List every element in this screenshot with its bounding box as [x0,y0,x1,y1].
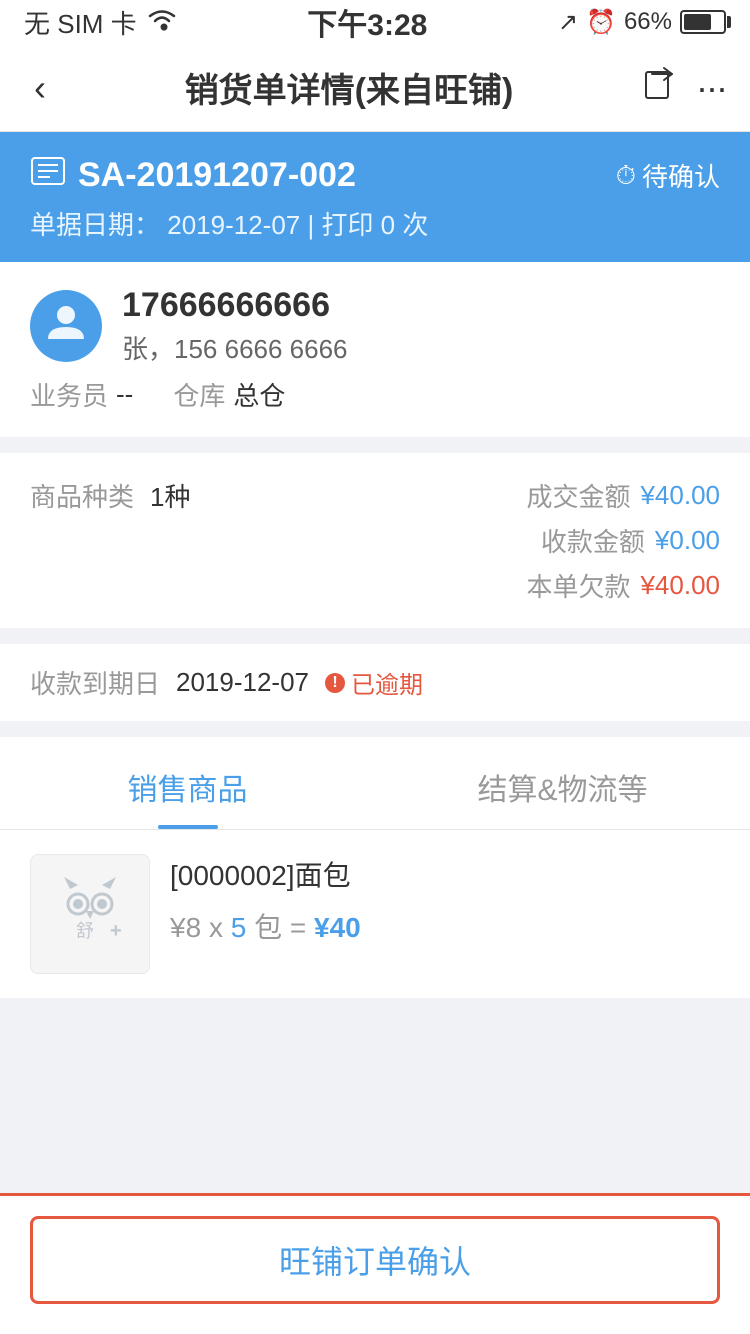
battery-icon [680,10,726,34]
carrier-label: 无 SIM 卡 [24,4,137,41]
customer-phone: 17666666666 [122,286,348,325]
product-qty: 5 [231,912,247,943]
customer-sub: 张，156 6666 6666 [122,329,348,366]
product-info: [0000002]面包 ¥8 x 5 包 = ¥40 [170,854,720,946]
wifi-icon [147,7,177,38]
overdue-text: 已逾期 [351,665,423,700]
customer-top: 17666666666 张，156 6666 6666 [30,286,720,366]
product-type-label: 商品种类 [30,477,134,514]
product-item: + 舒 [0000002]面包 ¥8 x 5 包 = ¥40 [0,830,750,998]
user-icon [44,299,88,353]
salesperson-label: 业务员 [30,376,108,413]
order-date: 2019-12-07 [167,210,300,240]
product-image: + 舒 [30,854,150,974]
deal-amount-row: 成交金额 ¥40.00 [526,477,720,514]
product-type-value: 1种 [150,477,190,514]
tab-settlement-label: 结算&物流等 [477,774,647,807]
customer-details: 业务员 -- 仓库 总仓 [30,376,720,413]
status-text: 待确认 [642,157,720,194]
due-amount-label: 本单欠款 [526,567,630,604]
due-date-section: 收款到期日 2019-12-07 ! 已逾期 [0,644,750,721]
share-icon[interactable] [642,66,676,109]
confirm-order-button[interactable]: 旺铺订单确认 [30,1216,720,1304]
product-total: ¥40 [314,912,361,943]
due-amount-row: 本单欠款 ¥40.00 [526,567,720,604]
overdue-warning-icon: ! [325,673,345,693]
more-icon[interactable]: ··· [696,67,726,109]
status-bar: 无 SIM 卡 下午3:28 ↗ ⏰ 66% [0,0,750,44]
payment-amount-row: 收款金额 ¥0.00 [541,522,720,559]
nav-title: 销货单详情(来自旺铺) [185,63,514,112]
tab-sales-label: 销售商品 [128,774,248,807]
confirm-btn-container: 旺铺订单确认 [0,1193,750,1334]
status-left: 无 SIM 卡 [24,4,177,41]
print-info: | 打印 0 次 [307,210,428,240]
warehouse-label: 仓库 [173,376,225,413]
battery-percent: 66% [624,8,672,36]
salesperson-value: -- [116,379,133,410]
order-icon [30,156,66,195]
svg-text:舒: 舒 [76,921,94,941]
due-amount-value: ¥40.00 [640,570,720,601]
avatar [30,290,102,362]
warehouse-item: 仓库 总仓 [173,376,285,413]
order-header: SA-20191207-002 ⏱ 待确认 单据日期： 2019-12-07 |… [0,132,750,262]
product-name: [0000002]面包 [170,854,720,894]
warehouse-value: 总仓 [233,376,285,413]
order-id-row: SA-20191207-002 [30,156,356,195]
order-id-text: SA-20191207-002 [78,156,356,195]
equals-sign: = [290,912,314,943]
deal-amount-label: 成交金额 [526,477,630,514]
nav-right-actions: ··· [642,66,726,109]
deal-amount-value: ¥40.00 [640,480,720,511]
customer-section: 17666666666 张，156 6666 6666 业务员 -- 仓库 总仓 [0,262,750,437]
payment-amount-value: ¥0.00 [655,525,720,556]
product-unit: 包 [254,912,282,943]
product-logo: + 舒 [50,869,130,958]
svg-text:+: + [110,920,122,942]
alarm-icon: ⏰ [586,8,616,37]
product-unit-price: ¥8 [170,912,201,943]
product-price-row: ¥8 x 5 包 = ¥40 [170,906,720,946]
back-button[interactable]: ‹ [24,57,56,119]
due-date-value: 2019-12-07 [176,667,309,698]
order-status-badge: ⏱ 待确认 [616,157,720,194]
amount-summary: 成交金额 ¥40.00 收款金额 ¥0.00 本单欠款 ¥40.00 [526,477,720,604]
nav-bar: ‹ 销货单详情(来自旺铺) ··· [0,44,750,132]
order-date-line: 单据日期： 2019-12-07 | 打印 0 次 [30,205,720,242]
location-icon: ↗ [558,8,578,37]
tab-settlement[interactable]: 结算&物流等 [375,737,750,829]
summary-row: 商品种类 1种 成交金额 ¥40.00 收款金额 ¥0.00 本单欠款 ¥40.… [30,477,720,604]
customer-info: 17666666666 张，156 6666 6666 [122,286,348,366]
multiply-sign: x [209,912,231,943]
overdue-badge: ! 已逾期 [325,665,423,700]
product-type: 商品种类 1种 [30,477,190,514]
tab-sales-products[interactable]: 销售商品 [0,737,375,829]
date-label: 单据日期： [30,210,160,240]
due-date-label: 收款到期日 [30,664,160,701]
salesperson-item: 业务员 -- [30,376,133,413]
status-right: ↗ ⏰ 66% [558,8,726,37]
summary-section: 商品种类 1种 成交金额 ¥40.00 收款金额 ¥0.00 本单欠款 ¥40.… [0,453,750,628]
status-clock-icon: ⏱ [616,160,636,192]
status-time: 下午3:28 [307,0,427,44]
tabs-bar: 销售商品 结算&物流等 [0,737,750,830]
payment-amount-label: 收款金额 [541,522,645,559]
